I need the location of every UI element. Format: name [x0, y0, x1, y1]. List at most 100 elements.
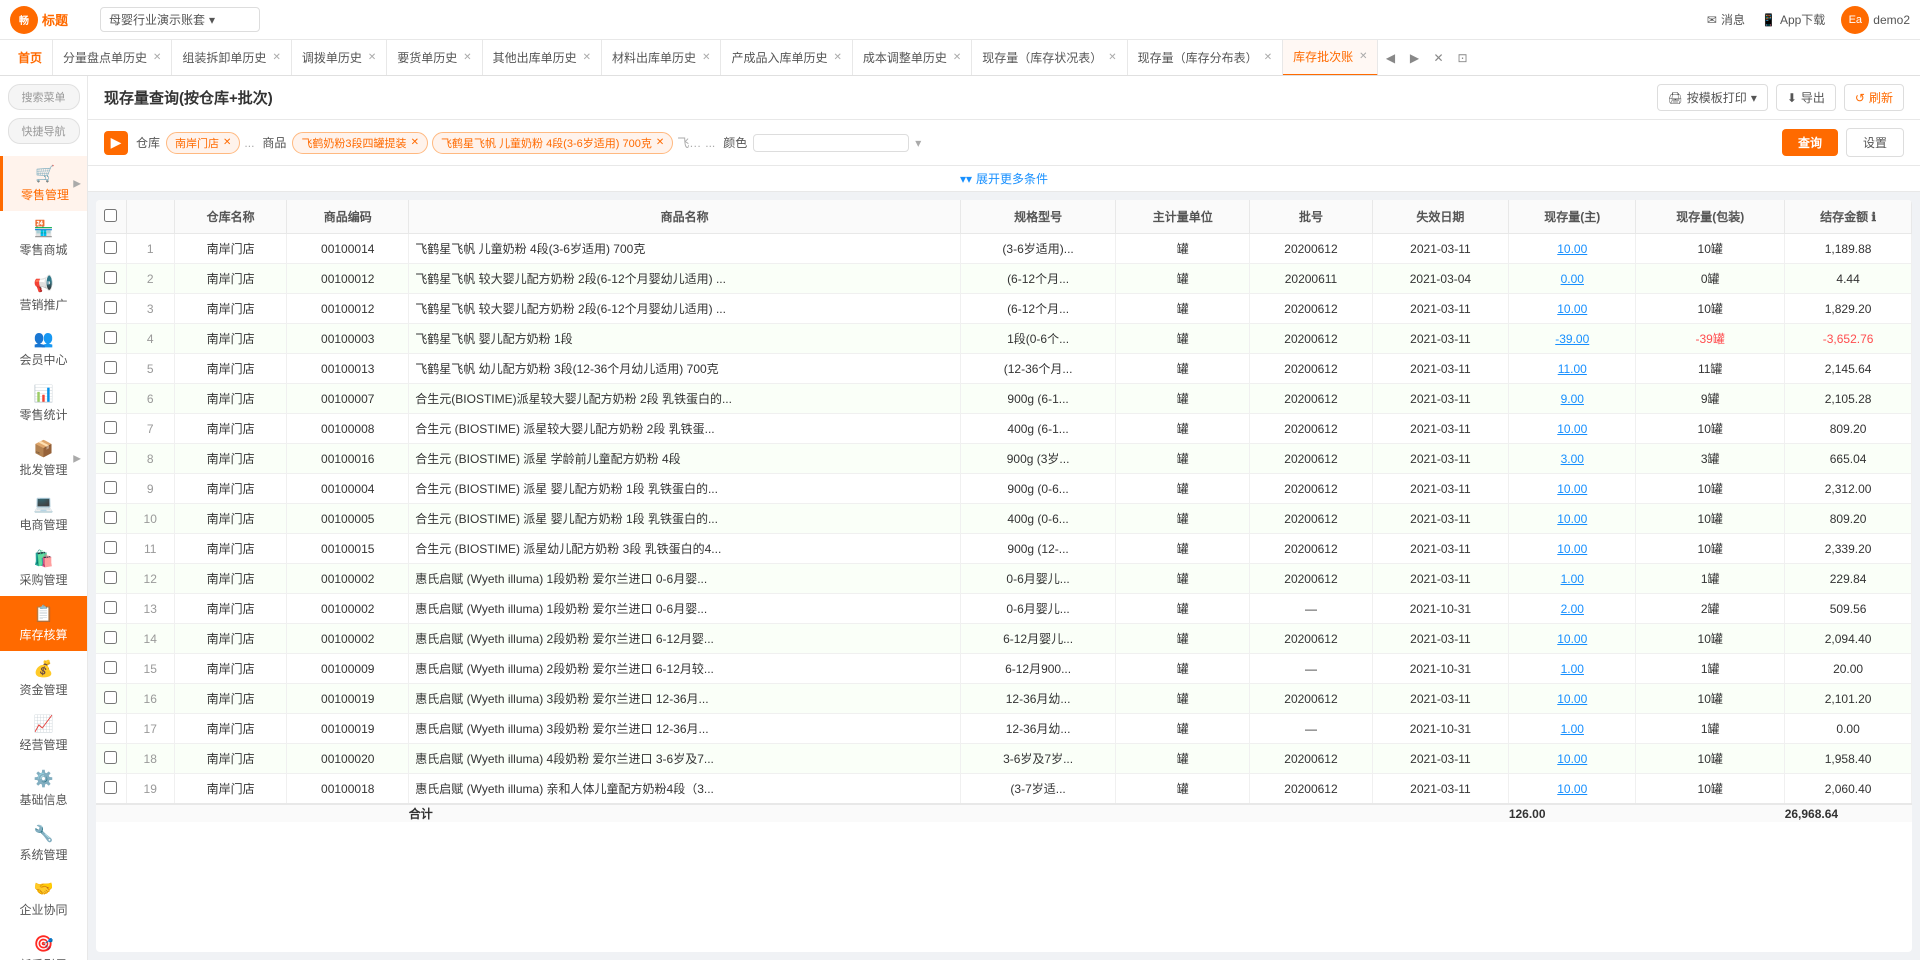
product-tag-0[interactable]: 飞鹤奶粉3段四罐提装 ✕ — [292, 132, 428, 154]
cell-qty-main[interactable]: 10.00 — [1509, 504, 1636, 534]
setting-btn[interactable]: 设置 — [1846, 128, 1904, 157]
row-checkbox[interactable] — [104, 391, 117, 404]
print-btn[interactable]: 🖨 按模板打印 ▾ — [1657, 84, 1768, 111]
tag-close-icon[interactable]: ✕ — [223, 137, 231, 148]
row-checkbox[interactable] — [104, 721, 117, 734]
row-checkbox[interactable] — [104, 751, 117, 764]
tab-mix-history[interactable]: 调拨单历史 ✕ — [292, 40, 387, 76]
cell-checkbox[interactable] — [96, 354, 126, 384]
tab-split-stock-history[interactable]: 分量盘点单历史 ✕ — [53, 40, 172, 76]
cell-qty-main[interactable]: 10.00 — [1509, 624, 1636, 654]
cell-checkbox[interactable] — [96, 684, 126, 714]
cell-qty-main[interactable]: 1.00 — [1509, 654, 1636, 684]
color-input[interactable] — [753, 134, 909, 152]
cell-checkbox[interactable] — [96, 564, 126, 594]
cell-qty-main[interactable]: 1.00 — [1509, 714, 1636, 744]
tab-close-icon[interactable]: ✕ — [953, 52, 961, 63]
tab-batch-voucher[interactable]: 库存批次账 ✕ — [1283, 40, 1378, 76]
sidebar-item-basic[interactable]: ⚙️ 基础信息 — [0, 761, 87, 816]
cell-checkbox[interactable] — [96, 504, 126, 534]
cell-qty-main[interactable]: 10.00 — [1509, 744, 1636, 774]
cell-qty-main[interactable]: 10.00 — [1509, 774, 1636, 805]
cell-checkbox[interactable] — [96, 264, 126, 294]
tab-more-btn[interactable]: ⊡ — [1450, 40, 1474, 76]
cell-qty-main[interactable]: 11.00 — [1509, 354, 1636, 384]
tag-close-icon[interactable]: ✕ — [656, 137, 664, 148]
cell-qty-main[interactable]: -39.00 — [1509, 324, 1636, 354]
row-checkbox[interactable] — [104, 451, 117, 464]
tab-close-icon[interactable]: ✕ — [1264, 52, 1272, 63]
tab-close-icon[interactable]: ✕ — [463, 52, 471, 63]
cell-qty-main[interactable]: 3.00 — [1509, 444, 1636, 474]
sidebar-item-new-guide[interactable]: 🎯 新手引导 — [0, 926, 87, 960]
sidebar-item-system[interactable]: 🔧 系统管理 — [0, 816, 87, 871]
tab-product-in-history[interactable]: 产成品入库单历史 ✕ — [721, 40, 852, 76]
sidebar-item-purchase[interactable]: 🛍️ 采购管理 — [0, 541, 87, 596]
tab-material-out-history[interactable]: 材料出库单历史 ✕ — [602, 40, 721, 76]
sidebar-item-finance[interactable]: 💰 资金管理 — [0, 651, 87, 706]
row-checkbox[interactable] — [104, 601, 117, 614]
sidebar-item-retail-stats[interactable]: 📊 零售统计 — [0, 376, 87, 431]
cell-checkbox[interactable] — [96, 324, 126, 354]
cell-checkbox[interactable] — [96, 774, 126, 805]
cell-checkbox[interactable] — [96, 234, 126, 264]
row-checkbox[interactable] — [104, 331, 117, 344]
tag-close-icon[interactable]: ✕ — [411, 137, 419, 148]
tab-close-all-btn[interactable]: ✕ — [1426, 40, 1450, 76]
cell-qty-main[interactable]: 10.00 — [1509, 474, 1636, 504]
row-checkbox[interactable] — [104, 361, 117, 374]
row-checkbox[interactable] — [104, 541, 117, 554]
refresh-btn[interactable]: ↺ 刷新 — [1844, 84, 1904, 111]
row-checkbox[interactable] — [104, 571, 117, 584]
tab-next-btn[interactable]: ▶ — [1402, 40, 1426, 76]
account-selector[interactable]: 母婴行业演示账套 ▾ — [100, 7, 260, 32]
cell-checkbox[interactable] — [96, 384, 126, 414]
cell-checkbox[interactable] — [96, 534, 126, 564]
tab-close-icon[interactable]: ✕ — [583, 52, 591, 63]
sidebar-search[interactable]: 搜索菜单 — [8, 84, 80, 110]
cell-qty-main[interactable]: 10.00 — [1509, 534, 1636, 564]
sidebar-item-marketing[interactable]: 📢 营销推广 — [0, 266, 87, 321]
tab-close-icon[interactable]: ✕ — [1108, 52, 1116, 63]
cell-checkbox[interactable] — [96, 444, 126, 474]
tab-home[interactable]: 首页 — [8, 40, 53, 76]
query-btn[interactable]: 查询 — [1782, 129, 1838, 156]
cell-checkbox[interactable] — [96, 294, 126, 324]
app-download-btn[interactable]: 📱 App下载 — [1761, 11, 1825, 28]
tab-prev-btn[interactable]: ◀ — [1378, 40, 1402, 76]
sidebar-item-retail-shop[interactable]: 🏪 零售商城 — [0, 211, 87, 266]
col-checkbox[interactable] — [96, 200, 126, 234]
sidebar-item-wholesale[interactable]: 📦 批发管理 ▶ — [0, 431, 87, 486]
row-checkbox[interactable] — [104, 511, 117, 524]
cell-checkbox[interactable] — [96, 474, 126, 504]
sidebar-item-ecommerce[interactable]: 💻 电商管理 — [0, 486, 87, 541]
cell-checkbox[interactable] — [96, 624, 126, 654]
cell-checkbox[interactable] — [96, 654, 126, 684]
cell-qty-main[interactable]: 10.00 — [1509, 234, 1636, 264]
tab-close-icon[interactable]: ✕ — [153, 52, 161, 63]
row-checkbox[interactable] — [104, 421, 117, 434]
sidebar-nav[interactable]: 快捷导航 — [8, 118, 80, 144]
export-btn[interactable]: ⬇ 导出 — [1776, 84, 1836, 111]
product-tag-1[interactable]: 飞鹤星飞帆 儿童奶粉 4段(3-6岁适用) 700克 ✕ — [432, 132, 673, 154]
cell-qty-main[interactable]: 10.00 — [1509, 684, 1636, 714]
cell-qty-main[interactable]: 9.00 — [1509, 384, 1636, 414]
row-checkbox[interactable] — [104, 781, 117, 794]
tab-close-icon[interactable]: ✕ — [1359, 51, 1367, 62]
cell-checkbox[interactable] — [96, 594, 126, 624]
row-checkbox[interactable] — [104, 481, 117, 494]
cell-qty-main[interactable]: 0.00 — [1509, 264, 1636, 294]
sidebar-item-enterprise[interactable]: 🤝 企业协同 — [0, 871, 87, 926]
cell-qty-main[interactable]: 2.00 — [1509, 594, 1636, 624]
tab-close-icon[interactable]: ✕ — [368, 52, 376, 63]
tab-inventory-status[interactable]: 现存量（库存状况表） ✕ — [972, 40, 1127, 76]
row-checkbox[interactable] — [104, 241, 117, 254]
cell-qty-main[interactable]: 1.00 — [1509, 564, 1636, 594]
row-checkbox[interactable] — [104, 271, 117, 284]
row-checkbox[interactable] — [104, 661, 117, 674]
tab-purchase-history[interactable]: 要货单历史 ✕ — [387, 40, 482, 76]
cell-qty-main[interactable]: 10.00 — [1509, 414, 1636, 444]
expand-more-btn[interactable]: ▾▾ 展开更多条件 — [104, 166, 1904, 191]
sidebar-item-retail[interactable]: 🛒 零售管理 ▶ — [0, 156, 87, 211]
filter-expand-btn[interactable]: ▶ — [104, 131, 128, 155]
